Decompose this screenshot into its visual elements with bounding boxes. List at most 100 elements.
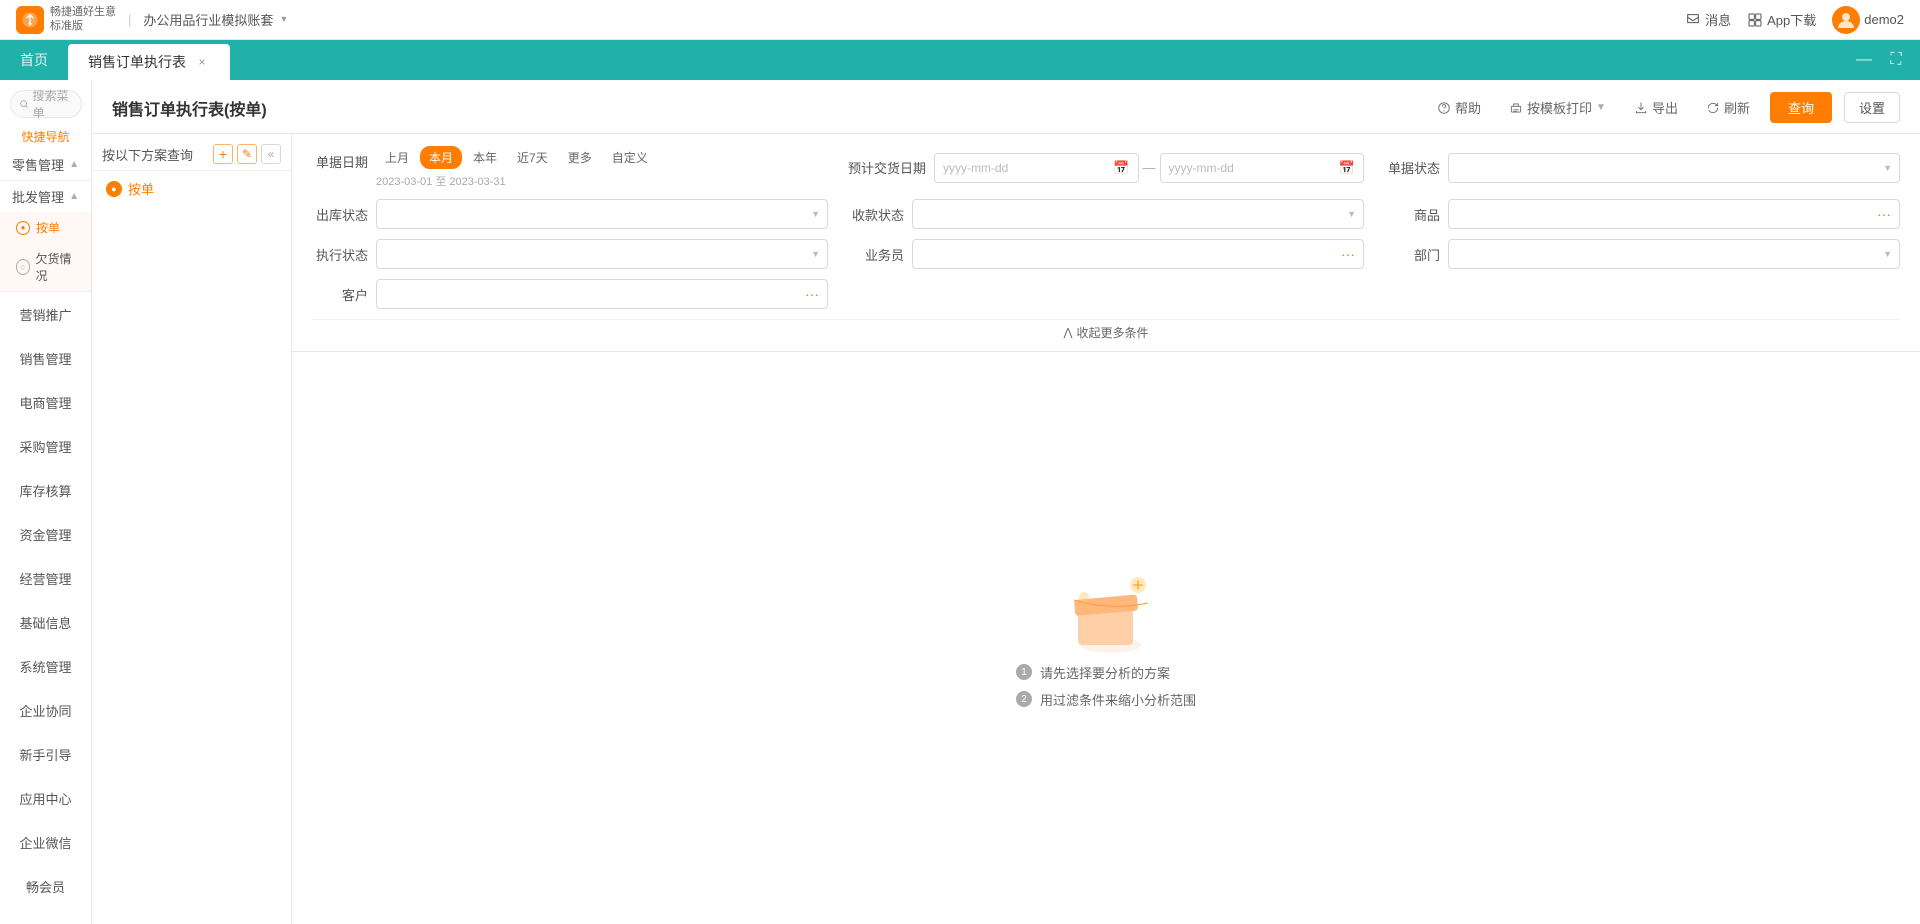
dept-select[interactable] bbox=[1448, 239, 1900, 269]
query-button[interactable]: 查询 bbox=[1770, 92, 1832, 123]
sidebar-item-newbie[interactable]: 新手引导 bbox=[0, 732, 91, 776]
sidebar-item-operations[interactable]: 经营管理 bbox=[0, 556, 91, 600]
expected-date-label: 预计交货日期 bbox=[848, 158, 926, 177]
retail-arrow-icon: ▲ bbox=[69, 159, 79, 170]
tab-sales-order[interactable]: 销售订单执行表 × bbox=[68, 44, 230, 80]
filter-area: 单据日期 上月 本月 本年 近7天 更多 自定义 20 bbox=[292, 134, 1920, 352]
sidebar-item-appstore[interactable]: 应用中心 bbox=[0, 776, 91, 820]
logo-icon bbox=[16, 6, 44, 34]
print-button[interactable]: 按模板打印 ▼ bbox=[1501, 94, 1614, 121]
salesperson-input[interactable]: ··· bbox=[912, 239, 1364, 269]
dept-label: 部门 bbox=[1384, 245, 1440, 264]
date-btn-thismonth[interactable]: 本月 bbox=[420, 146, 462, 169]
sidebar: 搜索菜单 快捷导航 零售管理 ▲ 批发管理 ▲ ● 按单 ○ bbox=[0, 80, 92, 924]
submenu-item-order[interactable]: ● 按单 bbox=[0, 212, 91, 243]
execution-select[interactable] bbox=[376, 239, 828, 269]
sidebar-item-enterprise[interactable]: 企业协同 bbox=[0, 688, 91, 732]
step-1-number: 1 bbox=[1016, 664, 1032, 680]
data-area: 1 请先选择要分析的方案 2 用过滤条件来缩小分析范围 bbox=[292, 352, 1920, 924]
filter-customer-item: 客户 ··· bbox=[312, 279, 828, 309]
tab-home[interactable]: 首页 bbox=[0, 40, 68, 80]
refresh-button[interactable]: 刷新 bbox=[1698, 94, 1758, 121]
plan-panel-title: 按以下方案查询 bbox=[102, 145, 193, 164]
sidebar-item-ecommerce[interactable]: 电商管理 bbox=[0, 380, 91, 424]
message-icon bbox=[1685, 12, 1701, 28]
step-1-text: 请先选择要分析的方案 bbox=[1040, 663, 1170, 682]
filter-execution-item: 执行状态 ▼ bbox=[312, 239, 828, 269]
sidebar-item-purchase[interactable]: 采购管理 bbox=[0, 424, 91, 468]
sidebar-item-wechat[interactable]: 企业微信 bbox=[0, 820, 91, 864]
wholesale-arrow-icon: ▲ bbox=[69, 191, 79, 202]
topbar-right: 消息 App下载 demo2 bbox=[1685, 6, 1904, 34]
expected-date-range: yyyy-mm-dd 📅 — yyyy-mm-dd 📅 bbox=[934, 153, 1364, 183]
execution-select-wrap: ▼ bbox=[376, 239, 828, 269]
outbound-select-wrap: ▼ bbox=[376, 199, 828, 229]
search-icon bbox=[19, 98, 29, 110]
left-plan-panel: 按以下方案查询 + ✎ « ● 按单 bbox=[92, 134, 292, 924]
expected-date-start[interactable]: yyyy-mm-dd 📅 bbox=[934, 153, 1139, 183]
avatar bbox=[1832, 6, 1860, 34]
expected-date-end[interactable]: yyyy-mm-dd 📅 bbox=[1160, 153, 1365, 183]
sidebar-item-marketing[interactable]: 营销推广 bbox=[0, 292, 91, 336]
topbar-dropdown-icon[interactable]: ▾ bbox=[281, 14, 286, 25]
main-body: 按以下方案查询 + ✎ « ● 按单 bbox=[92, 134, 1920, 924]
plan-add-button[interactable]: + bbox=[213, 144, 233, 164]
settings-button[interactable]: 设置 bbox=[1844, 92, 1900, 123]
tab-minimize-button[interactable]: — bbox=[1852, 48, 1876, 72]
user-profile[interactable]: demo2 bbox=[1832, 6, 1904, 34]
customer-input[interactable]: ··· bbox=[376, 279, 828, 309]
date-label: 单据日期 bbox=[312, 146, 368, 171]
filter-goods-item: 商品 ··· bbox=[1384, 199, 1900, 229]
sidebar-item-wholesale[interactable]: 批发管理 ▲ bbox=[0, 181, 91, 212]
plan-panel-icons: + ✎ « bbox=[213, 144, 281, 164]
empty-box-svg bbox=[1056, 567, 1166, 657]
status-select-wrap: ▼ bbox=[1448, 153, 1900, 183]
empty-state: 1 请先选择要分析的方案 2 用过滤条件来缩小分析范围 bbox=[1016, 567, 1196, 709]
sidebar-item-system[interactable]: 系统管理 bbox=[0, 644, 91, 688]
sidebar-quick-nav: 快捷导航 bbox=[0, 124, 91, 149]
filter-date-item: 单据日期 上月 本月 本年 近7天 更多 自定义 20 bbox=[312, 146, 828, 189]
tab-maximize-button[interactable]: ⛶ bbox=[1884, 48, 1908, 72]
collapse-button[interactable]: ⋀ 收起更多条件 bbox=[1063, 324, 1148, 341]
status-select[interactable] bbox=[1448, 153, 1900, 183]
export-button[interactable]: 导出 bbox=[1626, 94, 1686, 121]
sidebar-item-finance[interactable]: 资金管理 bbox=[0, 512, 91, 556]
date-btn-custom[interactable]: 自定义 bbox=[603, 146, 657, 169]
submenu-item-debt[interactable]: ○ 欠货情况 bbox=[0, 243, 91, 291]
sidebar-search-button[interactable]: 搜索菜单 bbox=[10, 90, 82, 118]
app-download-button[interactable]: App下载 bbox=[1747, 10, 1816, 29]
payment-select[interactable] bbox=[912, 199, 1364, 229]
goods-input[interactable]: ··· bbox=[1448, 199, 1900, 229]
message-button[interactable]: 消息 bbox=[1685, 10, 1731, 29]
filter-row-4: 客户 ··· bbox=[312, 279, 1900, 309]
content-area: 销售订单执行表(按单) 帮助 按模板打印 bbox=[92, 80, 1920, 924]
filter-dept-item: 部门 ▼ bbox=[1384, 239, 1900, 269]
help-button[interactable]: 帮助 bbox=[1429, 94, 1489, 121]
plan-collapse-button[interactable]: « bbox=[261, 144, 281, 164]
outbound-select[interactable] bbox=[376, 199, 828, 229]
sidebar-item-sales[interactable]: 销售管理 bbox=[0, 336, 91, 380]
salesperson-dots-icon: ··· bbox=[1341, 246, 1355, 262]
quick-nav-label[interactable]: 快捷导航 bbox=[21, 128, 69, 145]
empty-step-2: 2 用过滤条件来缩小分析范围 bbox=[1016, 690, 1196, 709]
dept-select-wrap: ▼ bbox=[1448, 239, 1900, 269]
date-btn-7days[interactable]: 近7天 bbox=[508, 146, 557, 169]
plan-edit-button[interactable]: ✎ bbox=[237, 144, 257, 164]
sidebar-item-member[interactable]: 畅会员 bbox=[0, 864, 91, 908]
date-btn-lastmonth[interactable]: 上月 bbox=[376, 146, 418, 169]
empty-step-1: 1 请先选择要分析的方案 bbox=[1016, 663, 1196, 682]
step-2-text: 用过滤条件来缩小分析范围 bbox=[1040, 690, 1196, 709]
date-control: 上月 本月 本年 近7天 更多 自定义 2023-03-01 至 2023-03… bbox=[376, 146, 828, 189]
print-dropdown-icon[interactable]: ▼ bbox=[1596, 102, 1606, 113]
page-header-actions: 帮助 按模板打印 ▼ 导出 bbox=[1429, 92, 1900, 123]
goods-label: 商品 bbox=[1384, 205, 1440, 224]
sidebar-item-basic[interactable]: 基础信息 bbox=[0, 600, 91, 644]
date-btn-more[interactable]: 更多 bbox=[559, 146, 601, 169]
plan-item-byorder[interactable]: ● 按单 bbox=[92, 171, 291, 206]
sidebar-item-retail[interactable]: 零售管理 ▲ bbox=[0, 149, 91, 180]
goods-dots-icon: ··· bbox=[1877, 206, 1891, 222]
tab-close-icon[interactable]: × bbox=[194, 54, 210, 70]
print-icon bbox=[1509, 101, 1523, 115]
sidebar-item-inventory[interactable]: 库存核算 bbox=[0, 468, 91, 512]
date-btn-thisyear[interactable]: 本年 bbox=[464, 146, 506, 169]
